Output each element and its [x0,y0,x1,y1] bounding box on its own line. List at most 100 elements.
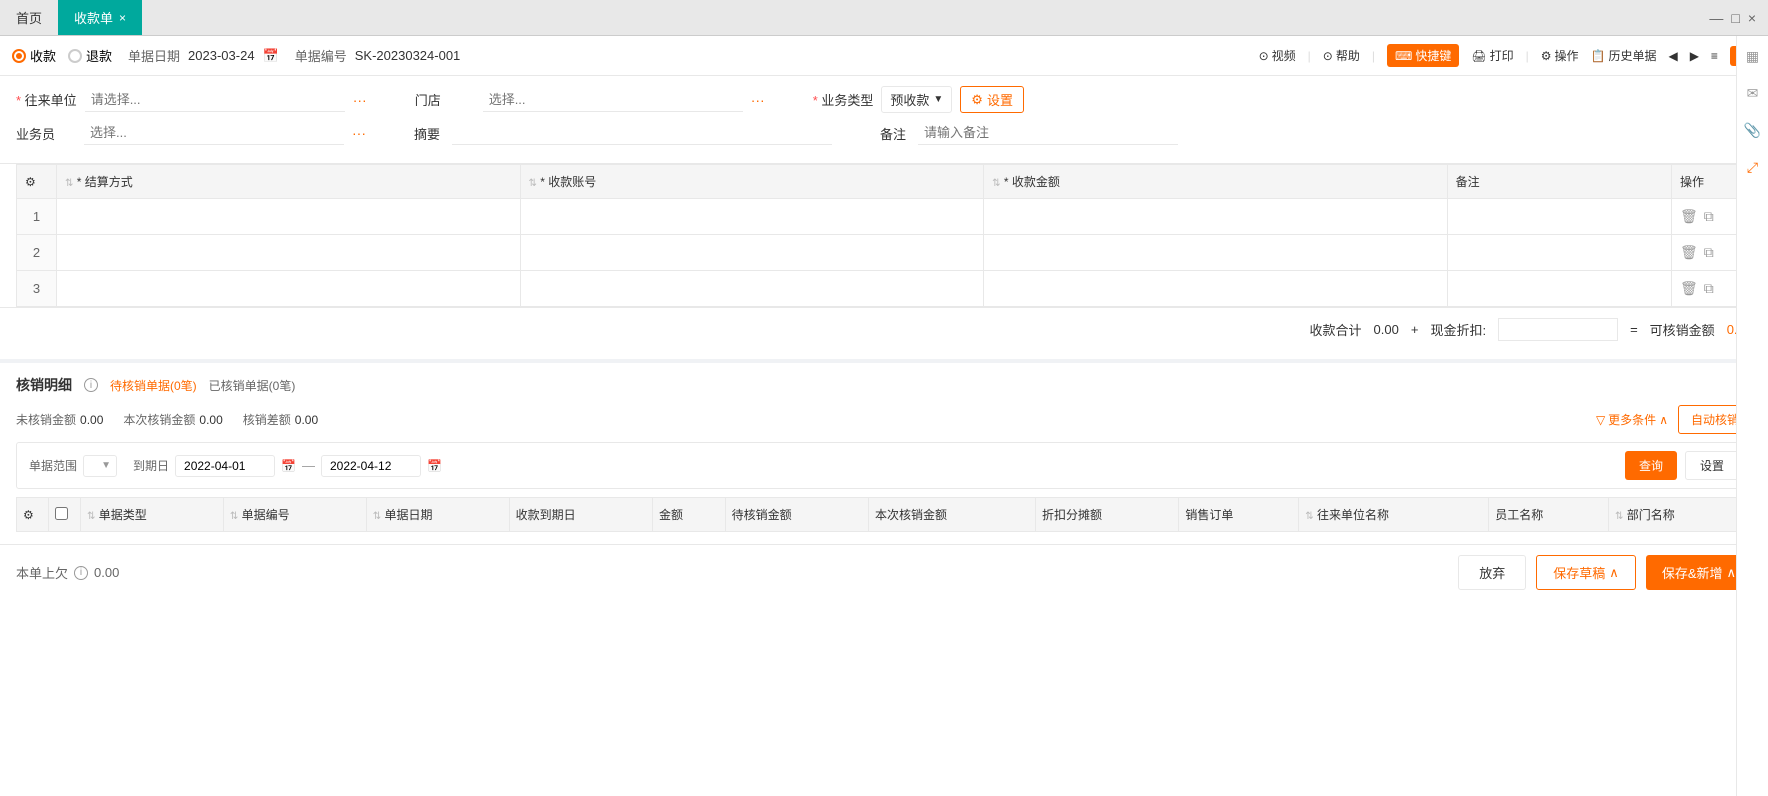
row-3-copy-icon[interactable]: ⧉ [1704,280,1714,297]
business-type-label: 业务类型 [813,90,874,109]
row-1-settle[interactable] [57,199,521,235]
ops-button[interactable]: ⚙ 操作 [1541,47,1579,64]
row-3-account[interactable] [520,271,984,307]
settings-button[interactable]: ⚙ 设置 [960,86,1024,113]
doc-date-value: 2023-03-24 [188,48,255,63]
save-draft-chevron-icon: ∧ [1609,565,1619,581]
minimize-button[interactable]: — [1709,10,1723,26]
nav-prev-button[interactable]: ◀ [1668,49,1677,63]
verification-title: 核销明细 [16,375,72,395]
tab-close-icon[interactable]: × [119,11,126,25]
query-button[interactable]: 查询 [1625,451,1677,480]
receipt-radio-label: 收款 [30,46,56,65]
row-2-settle[interactable] [57,235,521,271]
done-tab[interactable]: 已核销单据(0笔) [209,377,296,394]
help-button[interactable]: ⊙ 帮助 [1323,47,1360,64]
row-3-note[interactable] [1447,271,1671,307]
video-button[interactable]: ⊙ 视频 [1259,47,1296,64]
store-label: 门店 [415,90,475,109]
col-settle-header: ⇅ * 结算方式 [57,165,521,199]
filter-settings-button[interactable]: 设置 [1685,451,1739,480]
right-expand-icon[interactable]: ⤢ [1743,155,1762,180]
maximize-button[interactable]: □ [1731,10,1739,26]
bottom-info-icon[interactable]: i [74,566,88,580]
note-input[interactable] [918,121,1178,145]
verify-stats: 未核销金额 0.00 本次核销金额 0.00 核销差额 0.00 [16,405,318,434]
right-table-icon[interactable]: ▦ [1742,44,1763,69]
due-date-start-input[interactable] [175,455,275,477]
discard-button[interactable]: 放弃 [1458,555,1526,590]
row-num-3: 3 [17,271,57,307]
tab-receipt-label: 收款单 [74,8,113,27]
refund-radio[interactable]: 退款 [68,46,112,65]
tab-receipt[interactable]: 收款单 × [58,0,142,35]
table-settings-header[interactable]: ⚙ [17,165,57,199]
summary-label: 摘要 [414,124,444,143]
store-input[interactable] [483,88,743,112]
cash-discount-input[interactable] [1498,318,1618,341]
current-verify-value: 0.00 [199,413,222,427]
footer-info: 本单上欠 i 0.00 [16,563,119,582]
bottom-info-label: 本单上欠 [16,563,68,582]
refund-radio-dot [68,49,82,63]
layout-icon[interactable]: ≡ [1711,49,1718,63]
select-all-checkbox[interactable] [55,507,68,520]
right-mail-icon[interactable]: ✉ [1743,81,1763,106]
staff-label: 业务员 [16,124,76,143]
shortcut-icon: ⌨ [1395,49,1412,63]
verify-info-icon[interactable]: i [84,378,98,392]
row-2-account[interactable] [520,235,984,271]
verification-section: 核销明细 i 待核销单据(0笔) 已核销单据(0笔) 未核销金额 0.00 本次… [0,359,1768,544]
counterpart-more-icon[interactable]: ··· [353,92,367,108]
due-date-end-calendar-icon[interactable]: 📅 [427,459,442,473]
row-3-amount[interactable] [984,271,1448,307]
col-checkbox-th [49,498,81,532]
row-3-settle[interactable] [57,271,521,307]
summary-row: 收款合计 0.00 + 现金折扣: = 可核销金额 0.00 [0,307,1768,351]
pending-tab[interactable]: 待核销单据(0笔) [110,377,197,394]
receipt-radio[interactable]: 收款 [12,46,56,65]
row-1-account[interactable] [520,199,984,235]
business-type-select[interactable]: 预收款 ▼ [881,86,952,113]
form-row-2: 业务员 ··· 摘要 备注 [16,121,1752,145]
col-counterpart-th: ⇅ 往来单位名称 [1299,498,1489,532]
more-conditions-button[interactable]: ▽ 更多条件 ∧ [1596,411,1668,428]
date-separator: — [302,458,315,473]
row-2-delete-icon[interactable]: 🗑 [1680,244,1698,261]
row-3-delete-icon[interactable]: 🗑 [1680,280,1698,297]
due-date-end-input[interactable] [321,455,421,477]
col-settings-th[interactable]: ⚙ [17,498,49,532]
row-1-note[interactable] [1447,199,1671,235]
shortcut-button[interactable]: ⌨ 快捷键 [1387,44,1459,67]
form-row-1: 往来单位 ··· 门店 ··· 业务类型 预收款 ▼ ⚙ 设置 [16,86,1752,113]
tab-home[interactable]: 首页 [0,0,58,35]
history-button[interactable]: 📋 历史单据 [1590,47,1656,64]
verify-stats-row: 未核销金额 0.00 本次核销金额 0.00 核销差额 0.00 ▽ 更多条件 … [16,405,1752,434]
due-date-start-calendar-icon[interactable]: 📅 [281,459,296,473]
col-doc-type-th: ⇅ 单据类型 [81,498,224,532]
col-current-th: 本次核销金额 [869,498,1036,532]
right-panel: ▦ ✉ 📎 ⤢ [1736,36,1768,796]
ops-icon: ⚙ [1541,49,1552,63]
row-1-amount[interactable] [984,199,1448,235]
counterpart-input[interactable] [85,88,345,112]
nav-next-button[interactable]: ▶ [1690,49,1699,63]
store-more-icon[interactable]: ··· [751,92,765,108]
row-2-copy-icon[interactable]: ⧉ [1704,244,1714,261]
right-attach-icon[interactable]: 📎 [1740,118,1765,143]
col-staff-th: 员工名称 [1489,498,1609,532]
staff-input[interactable] [84,121,344,145]
save-draft-button[interactable]: 保存草稿 ∧ [1536,555,1636,590]
row-2-amount[interactable] [984,235,1448,271]
row-1-delete-icon[interactable]: 🗑 [1680,208,1698,225]
row-2-note[interactable] [1447,235,1671,271]
staff-more-icon[interactable]: ··· [352,125,366,141]
current-verify-label: 本次核销金额 [123,411,195,428]
summary-input[interactable] [452,121,832,145]
row-1-copy-icon[interactable]: ⧉ [1704,208,1714,225]
col-note-header: 备注 [1447,165,1671,199]
range-select[interactable] [83,455,117,477]
close-button[interactable]: × [1748,10,1756,26]
calendar-icon[interactable]: 📅 [263,48,279,64]
print-button[interactable]: 🖨 打印 [1471,47,1513,64]
